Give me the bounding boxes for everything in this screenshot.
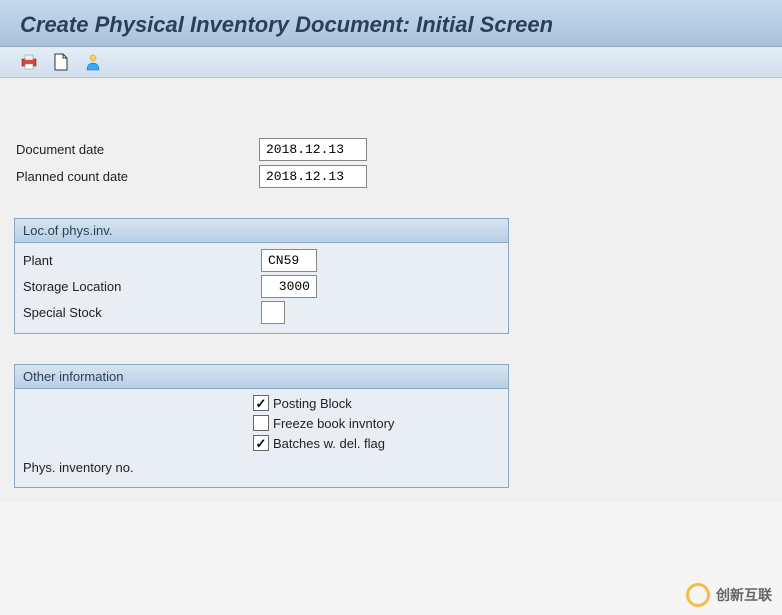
print-icon[interactable] (20, 53, 38, 71)
freeze-book-checkbox[interactable] (253, 415, 269, 431)
storage-location-label: Storage Location (21, 276, 261, 297)
location-groupbox-body: Plant Storage Location Special Stock (15, 243, 508, 333)
posting-block-checkbox[interactable]: ✓ (253, 395, 269, 411)
special-stock-row: Special Stock (21, 301, 502, 324)
plant-input[interactable] (261, 249, 317, 272)
batches-del-label: Batches w. del. flag (273, 436, 385, 451)
plant-label: Plant (21, 250, 261, 271)
posting-block-label: Posting Block (273, 396, 352, 411)
plant-row: Plant (21, 249, 502, 272)
freeze-book-label: Freeze book invntory (273, 416, 394, 431)
other-info-groupbox-body: ✓ Posting Block Freeze book invntory ✓ B… (15, 389, 508, 487)
watermark-logo-icon (686, 583, 710, 607)
toolbar (0, 47, 782, 78)
person-icon[interactable] (84, 53, 102, 71)
posting-block-row: ✓ Posting Block (21, 395, 502, 411)
other-info-groupbox-header: Other information (15, 365, 508, 389)
special-stock-input[interactable] (261, 301, 285, 324)
location-groupbox: Loc.of phys.inv. Plant Storage Location … (14, 218, 509, 334)
title-bar: Create Physical Inventory Document: Init… (0, 0, 782, 47)
document-date-input[interactable] (259, 138, 367, 161)
planned-count-date-row: Planned count date (14, 165, 768, 188)
new-document-icon[interactable] (52, 53, 70, 71)
document-date-row: Document date (14, 138, 768, 161)
planned-count-date-label: Planned count date (14, 166, 259, 187)
watermark-text: 创新互联 (716, 585, 772, 605)
storage-location-input[interactable] (261, 275, 317, 298)
batches-del-row: ✓ Batches w. del. flag (21, 435, 502, 451)
phys-inv-no-label: Phys. inventory no. (21, 457, 261, 478)
phys-inv-no-row: Phys. inventory no. (21, 457, 502, 478)
planned-count-date-input[interactable] (259, 165, 367, 188)
storage-location-row: Storage Location (21, 275, 502, 298)
freeze-book-row: Freeze book invntory (21, 415, 502, 431)
other-info-groupbox: Other information ✓ Posting Block Freeze… (14, 364, 509, 488)
watermark: 创新互联 (686, 583, 772, 607)
content-area: Document date Planned count date Loc.of … (0, 78, 782, 502)
document-date-label: Document date (14, 139, 259, 160)
special-stock-label: Special Stock (21, 302, 261, 323)
page-title: Create Physical Inventory Document: Init… (20, 12, 762, 38)
batches-del-checkbox[interactable]: ✓ (253, 435, 269, 451)
location-groupbox-header: Loc.of phys.inv. (15, 219, 508, 243)
